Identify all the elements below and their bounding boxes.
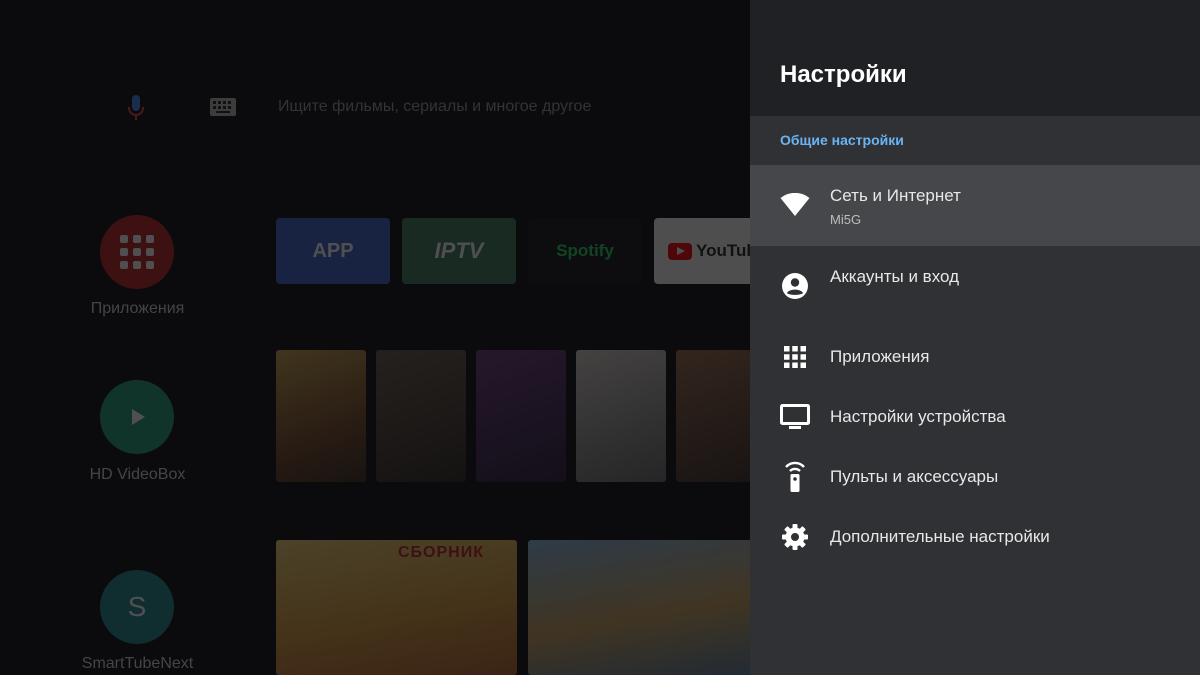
home-screen-content: Ищите фильмы, сериалы и многое другое Пр… [0, 0, 750, 675]
favorite-hdvideobox-button[interactable] [100, 380, 174, 454]
play-icon [132, 409, 145, 425]
settings-item-label: Настройки устройства [830, 407, 1006, 426]
settings-item-label: Пульты и аксессуары [830, 467, 999, 486]
app-tile-label: YouTube [696, 241, 750, 260]
settings-item-subtitle: Mi5G [830, 212, 862, 227]
settings-header: Настройки [750, 0, 1200, 116]
app-tile-iptv[interactable]: IPTV [402, 218, 516, 284]
app-tile-app[interactable]: APP [276, 218, 390, 284]
content-poster[interactable] [476, 350, 566, 482]
settings-item-network[interactable]: Сеть и Интернет Mi5G [750, 165, 1200, 246]
settings-panel: Настройки Общие настройки Сеть и Интерне… [750, 0, 1200, 675]
content-poster[interactable] [676, 350, 750, 482]
favorite-hdvideobox-label: HD VideoBox [89, 466, 186, 483]
app-tile-label: APP [312, 239, 354, 262]
home-screen-background: Ищите фильмы, сериалы и многое другое Пр… [0, 0, 750, 675]
app-tile-label: IPTV [434, 238, 484, 263]
app-tile-spotify[interactable]: Spotify [528, 218, 642, 284]
content-banner-title: СБОРНИК [398, 544, 484, 561]
search-input[interactable]: Ищите фильмы, сериалы и многое другое [278, 98, 591, 116]
gear-icon [780, 522, 810, 552]
content-poster[interactable] [576, 350, 666, 482]
apps-grid-icon [120, 235, 154, 269]
content-banner[interactable]: СБОРНИК [276, 540, 517, 675]
settings-item-label: Дополнительные настройки [830, 527, 1050, 546]
favorite-smarttubenext-label: SmartTubeNext [81, 655, 194, 672]
app-tile-youtube[interactable]: YouTube [654, 218, 750, 284]
remote-icon [780, 461, 810, 492]
page-title: Настройки [780, 61, 907, 88]
search-bar[interactable]: Ищите фильмы, сериалы и многое другое [0, 90, 750, 126]
favorite-apps-label: Приложения [90, 300, 185, 317]
youtube-logo-icon [668, 242, 692, 260]
content-poster[interactable] [276, 350, 366, 482]
content-poster[interactable] [376, 350, 466, 482]
favorite-apps-button[interactable] [100, 215, 174, 289]
microphone-icon[interactable] [126, 94, 146, 122]
keyboard-icon[interactable] [210, 98, 236, 116]
settings-item-accounts[interactable]: Аккаунты и вход [750, 258, 1200, 314]
settings-item-device[interactable]: Настройки устройства [750, 398, 1200, 454]
settings-item-remotes[interactable]: Пульты и аксессуары [750, 458, 1200, 514]
app-tile-label: Spotify [556, 241, 614, 260]
settings-item-label: Приложения [830, 347, 930, 366]
tv-icon [780, 402, 810, 432]
settings-item-apps[interactable]: Приложения [750, 338, 1200, 394]
settings-item-label: Аккаунты и вход [830, 267, 960, 286]
account-icon [780, 271, 810, 301]
section-header: Общие настройки [780, 132, 904, 148]
settings-item-advanced[interactable]: Дополнительные настройки [750, 518, 1200, 574]
wifi-icon [780, 190, 810, 220]
letter-s-icon: S [127, 591, 147, 622]
settings-item-label: Сеть и Интернет [830, 186, 961, 205]
apps-grid-icon [780, 342, 810, 372]
content-banner[interactable] [528, 540, 750, 675]
favorite-smarttubenext-button[interactable]: S [100, 570, 174, 644]
